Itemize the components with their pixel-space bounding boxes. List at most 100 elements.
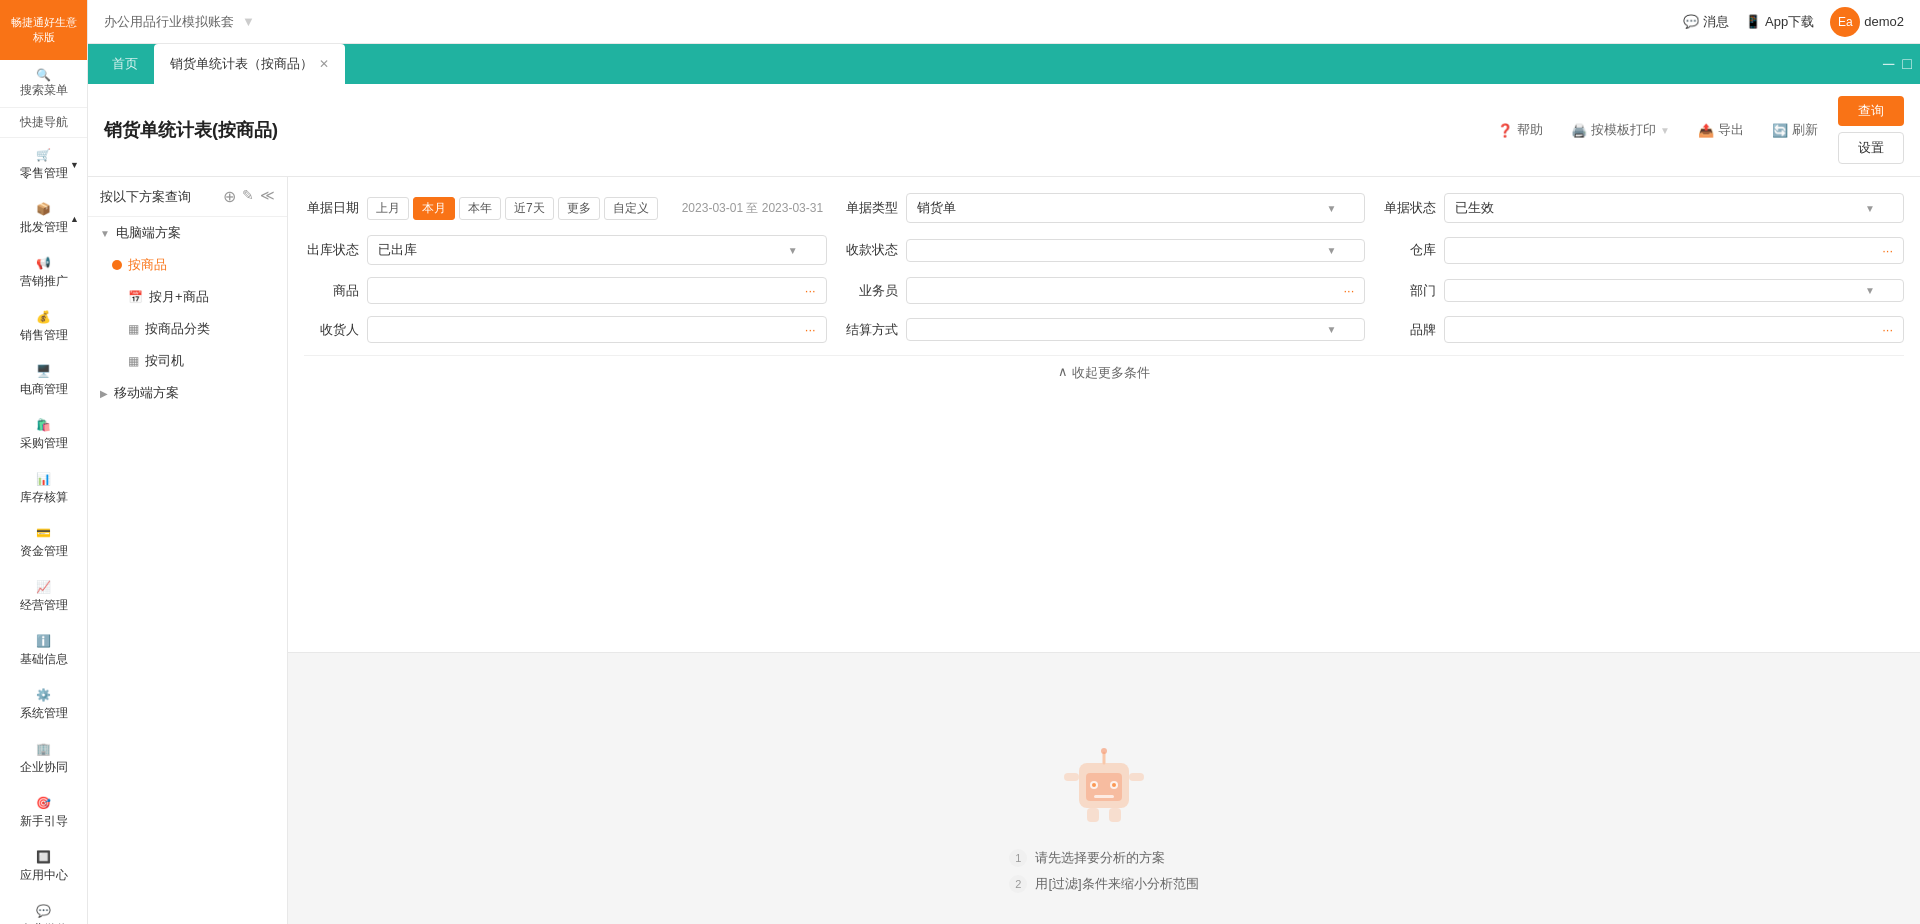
tree-item-by-cashier[interactable]: ▦ 按司机 bbox=[88, 345, 287, 377]
payment-status-filter-group: 收款状态 ▼ bbox=[843, 239, 1366, 262]
date-btn-custom[interactable]: 自定义 bbox=[604, 197, 658, 220]
doc-type-arrow: ▼ bbox=[1326, 203, 1336, 214]
warehouse-input[interactable]: ··· bbox=[1444, 237, 1904, 264]
query-btn[interactable]: 查询 bbox=[1838, 96, 1904, 126]
salesperson-ellipsis[interactable]: ··· bbox=[1344, 283, 1355, 298]
brand-ellipsis[interactable]: ··· bbox=[1882, 322, 1893, 337]
tree-item-by-month-product[interactable]: 📅 按月+商品 bbox=[88, 281, 287, 313]
date-btn-more[interactable]: 更多 bbox=[558, 197, 600, 220]
svg-rect-10 bbox=[1129, 773, 1144, 781]
sidebar-item-ecommerce[interactable]: 🖥️ 电商管理 bbox=[0, 354, 87, 408]
sidebar-item-guide[interactable]: 🎯 新手引导 bbox=[0, 786, 87, 840]
app-download-icon: 📱 bbox=[1745, 14, 1761, 29]
sidebar-quick-nav[interactable]: 快捷导航 bbox=[0, 108, 87, 138]
sidebar-item-basic[interactable]: ℹ️ 基础信息 bbox=[0, 624, 87, 678]
tree-item-by-product[interactable]: 按商品 bbox=[88, 249, 287, 281]
sidebar: 畅捷通好生意 标版 🔍 搜索菜单 快捷导航 🛒 零售管理 ▼ 📦 批发管理 ▲ … bbox=[0, 0, 88, 924]
payment-status-label: 收款状态 bbox=[843, 241, 898, 259]
enterprise-label: 企业协同 bbox=[20, 759, 68, 776]
sidebar-search[interactable]: 🔍 搜索菜单 bbox=[0, 60, 87, 108]
doc-type-filter-group: 单据类型 销货单 ▼ bbox=[843, 193, 1366, 223]
app-download-btn[interactable]: 📱 App下载 bbox=[1745, 13, 1814, 31]
sidebar-item-wechat[interactable]: 💬 企业微信 bbox=[0, 894, 87, 924]
salesperson-input[interactable]: ··· bbox=[906, 277, 1366, 304]
user-menu[interactable]: Ea demo2 bbox=[1830, 7, 1904, 37]
left-panel: 按以下方案查询 ⊕ ✎ ≪ ▼ 电脑端方案 按商品 � bbox=[88, 177, 288, 924]
message-label: 消息 bbox=[1703, 13, 1729, 31]
tip-text-2: 用[过滤]条件来缩小分析范围 bbox=[1035, 875, 1198, 893]
collapse-filters-btn[interactable]: ∧ 收起更多条件 bbox=[304, 355, 1904, 390]
sidebar-item-finance[interactable]: 💳 资金管理 bbox=[0, 516, 87, 570]
template-print-btn[interactable]: 🖨️ 按模板打印 ▼ bbox=[1563, 117, 1678, 143]
doc-status-select[interactable]: 已生效 ▼ bbox=[1444, 193, 1904, 223]
help-btn[interactable]: ❓ 帮助 bbox=[1489, 117, 1551, 143]
app-download-label: App下载 bbox=[1765, 13, 1814, 31]
salesperson-filter-group: 业务员 ··· bbox=[843, 277, 1366, 304]
sidebar-item-wholesale[interactable]: 📦 批发管理 ▲ bbox=[0, 192, 87, 246]
sidebar-item-retail[interactable]: 🛒 零售管理 ▼ bbox=[0, 138, 87, 192]
tab-sales-stats[interactable]: 销货单统计表（按商品） ✕ bbox=[154, 44, 345, 84]
sidebar-item-apps[interactable]: 🔲 应用中心 bbox=[0, 840, 87, 894]
tab-home[interactable]: 首页 bbox=[96, 44, 154, 84]
ecommerce-label: 电商管理 bbox=[20, 381, 68, 398]
warehouse-ellipsis[interactable]: ··· bbox=[1882, 243, 1893, 258]
add-scheme-btn[interactable]: ⊕ bbox=[223, 187, 236, 206]
inventory-icon: 📊 bbox=[36, 472, 51, 486]
tree-arrow-mobile: ▶ bbox=[100, 388, 108, 399]
date-btn-this-month[interactable]: 本月 bbox=[413, 197, 455, 220]
username: demo2 bbox=[1864, 14, 1904, 29]
tree-item-pc[interactable]: ▼ 电脑端方案 bbox=[88, 217, 287, 249]
date-btn-7days[interactable]: 近7天 bbox=[505, 197, 554, 220]
date-btn-last-month[interactable]: 上月 bbox=[367, 197, 409, 220]
sidebar-item-purchase[interactable]: 🛍️ 采购管理 bbox=[0, 408, 87, 462]
receiver-ellipsis[interactable]: ··· bbox=[805, 322, 816, 337]
inventory-label: 库存核算 bbox=[20, 489, 68, 506]
stock-status-value: 已出库 bbox=[378, 241, 417, 259]
empty-illustration bbox=[1054, 733, 1154, 833]
receiver-input[interactable]: ··· bbox=[367, 316, 827, 343]
department-select[interactable]: ▼ bbox=[1444, 279, 1904, 302]
sidebar-item-operations[interactable]: 📈 经营管理 bbox=[0, 570, 87, 624]
doc-type-select[interactable]: 销货单 ▼ bbox=[906, 193, 1366, 223]
tree-label-by-cashier: 按司机 bbox=[145, 352, 184, 370]
product-ellipsis[interactable]: ··· bbox=[805, 283, 816, 298]
refresh-btn[interactable]: 🔄 刷新 bbox=[1764, 117, 1826, 143]
sidebar-item-enterprise[interactable]: 🏢 企业协同 bbox=[0, 732, 87, 786]
collapse-panel-btn[interactable]: ≪ bbox=[260, 187, 275, 206]
product-input[interactable]: ··· bbox=[367, 277, 827, 304]
left-panel-header: 按以下方案查询 ⊕ ✎ ≪ bbox=[88, 177, 287, 217]
tab-maximize-icon[interactable]: □ bbox=[1902, 55, 1912, 73]
sidebar-item-sales[interactable]: 💰 销售管理 bbox=[0, 300, 87, 354]
content-area: 销货单统计表(按商品) ❓ 帮助 🖨️ 按模板打印 ▼ 📤 导出 🔄 刷新 bbox=[88, 84, 1920, 924]
settings-btn[interactable]: 设置 bbox=[1838, 132, 1904, 164]
retail-icon: 🛒 bbox=[36, 148, 51, 162]
tab-close-btn[interactable]: ✕ bbox=[319, 57, 329, 71]
tab-minimize-icon[interactable]: ─ bbox=[1883, 55, 1894, 73]
calendar-icon: 📅 bbox=[128, 290, 143, 304]
payment-status-select[interactable]: ▼ bbox=[906, 239, 1366, 262]
sidebar-item-system[interactable]: ⚙️ 系统管理 bbox=[0, 678, 87, 732]
sidebar-item-marketing[interactable]: 📢 营销推广 bbox=[0, 246, 87, 300]
brand-input[interactable]: ··· bbox=[1444, 316, 1904, 343]
breadcrumb-text: 办公用品行业模拟账套 bbox=[104, 13, 234, 31]
sidebar-item-inventory[interactable]: 📊 库存核算 bbox=[0, 462, 87, 516]
stock-status-select[interactable]: 已出库 ▼ bbox=[367, 235, 827, 265]
search-icon: 🔍 bbox=[36, 68, 51, 82]
receiver-label: 收货人 bbox=[304, 321, 359, 339]
settlement-select[interactable]: ▼ bbox=[906, 318, 1366, 341]
edit-scheme-btn[interactable]: ✎ bbox=[242, 187, 254, 206]
tree-item-mobile[interactable]: ▶ 移动端方案 bbox=[88, 377, 287, 409]
department-label: 部门 bbox=[1381, 282, 1436, 300]
date-btn-this-year[interactable]: 本年 bbox=[459, 197, 501, 220]
tree-item-by-product-category[interactable]: ▦ 按商品分类 bbox=[88, 313, 287, 345]
tree-label-by-product: 按商品 bbox=[128, 256, 167, 274]
message-icon: 💬 bbox=[1683, 14, 1699, 29]
payment-status-arrow: ▼ bbox=[1326, 245, 1336, 256]
export-btn[interactable]: 📤 导出 bbox=[1690, 117, 1752, 143]
tabbar-actions: ─ □ bbox=[1883, 55, 1912, 73]
svg-rect-11 bbox=[1087, 808, 1099, 822]
page-title: 销货单统计表(按商品) bbox=[104, 118, 278, 142]
main-area: 办公用品行业模拟账套 ▼ 💬 消息 📱 App下载 Ea demo2 首页 bbox=[88, 0, 1920, 924]
page-actions: ❓ 帮助 🖨️ 按模板打印 ▼ 📤 导出 🔄 刷新 查询 bbox=[1489, 96, 1904, 164]
message-btn[interactable]: 💬 消息 bbox=[1683, 13, 1729, 31]
